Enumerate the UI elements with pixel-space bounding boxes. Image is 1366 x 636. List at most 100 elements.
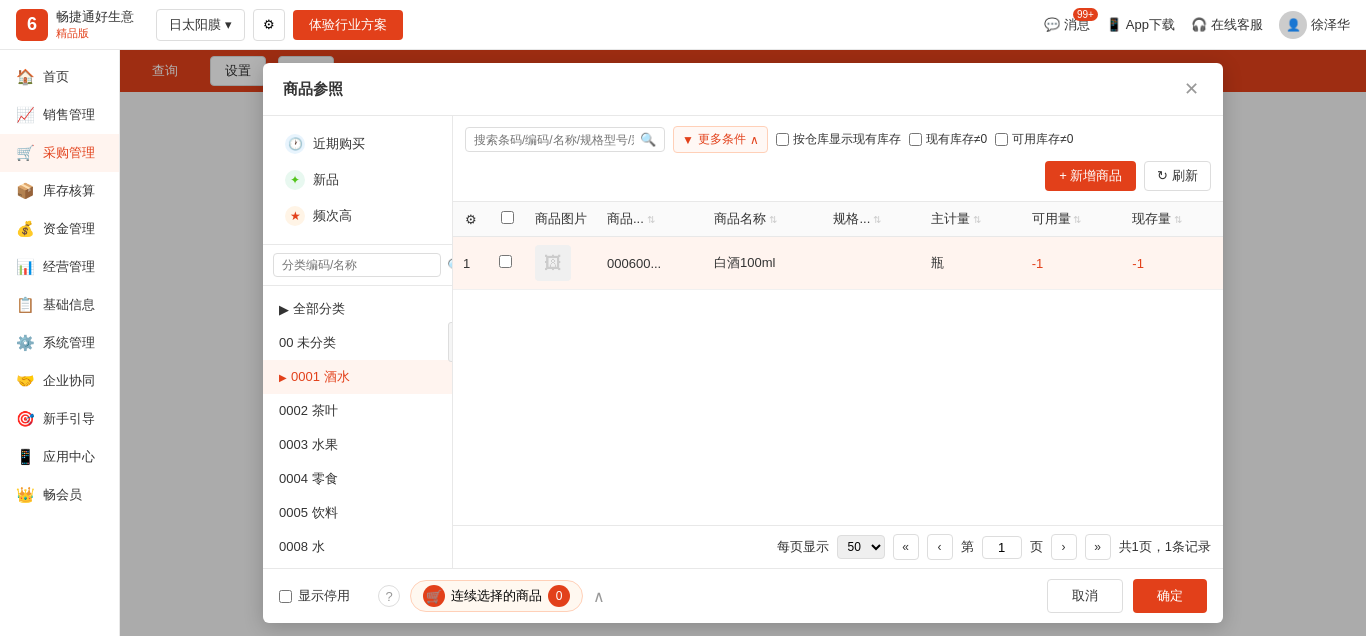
- row-index: 1: [453, 237, 489, 290]
- per-page-select[interactable]: 50: [837, 535, 885, 559]
- th-stock[interactable]: 现存量: [1122, 202, 1223, 237]
- available-stock-checkbox-label[interactable]: 可用库存≠0: [995, 131, 1073, 148]
- product-search-input[interactable]: [474, 133, 634, 147]
- th-code[interactable]: 商品...: [597, 202, 704, 237]
- sidebar-item-operations[interactable]: 📊 经营管理: [0, 248, 119, 286]
- row-select-checkbox[interactable]: [499, 255, 512, 268]
- sidebar-item-enterprise[interactable]: 🤝 企业协同: [0, 362, 119, 400]
- warehouse-stock-checkbox-label[interactable]: 按仓库显示现有库存: [776, 131, 901, 148]
- sidebar-item-apps[interactable]: 📱 应用中心: [0, 438, 119, 476]
- product-table: ⚙ 商品图片 商品... 商品名称 规格... 主计量: [453, 202, 1223, 290]
- available-stock-checkbox[interactable]: [995, 133, 1008, 146]
- logo-icon: 6: [16, 9, 48, 41]
- display-stopped-label[interactable]: 显示停用: [279, 587, 350, 605]
- cat-item-all[interactable]: ▶ 全部分类: [263, 292, 452, 326]
- main-area: 查询 设置 刷新 商品参照 ✕ 🕐: [120, 50, 1366, 636]
- row-checkbox[interactable]: [489, 237, 525, 290]
- purchase-icon: 🛒: [16, 144, 35, 162]
- page-number-input[interactable]: [982, 536, 1022, 559]
- cat-item-beverage[interactable]: 0005 饮料: [263, 496, 452, 530]
- nav-dropdown[interactable]: 日太阳膜 ▾: [156, 9, 245, 41]
- product-reference-modal: 商品参照 ✕ 🕐 近期购买 ✦ 新品: [263, 63, 1223, 623]
- sidebar-item-home[interactable]: 🏠 首页: [0, 58, 119, 96]
- sidebar-item-finance[interactable]: 💰 资金管理: [0, 210, 119, 248]
- panel-collapse-button[interactable]: 《: [448, 322, 453, 362]
- sidebar-item-member[interactable]: 👑 畅会员: [0, 476, 119, 514]
- settings-icon[interactable]: ⚙: [253, 9, 285, 41]
- header-nav: 日太阳膜 ▾ ⚙ 体验行业方案: [156, 9, 1044, 41]
- category-search-input[interactable]: [273, 253, 441, 277]
- filter-more-btn[interactable]: ▼ 更多条件 ∧: [673, 126, 768, 153]
- select-all-checkbox[interactable]: [501, 211, 514, 224]
- trial-btn[interactable]: 体验行业方案: [293, 10, 403, 40]
- product-image-placeholder: 🖼: [535, 245, 571, 281]
- current-stock-checkbox[interactable]: [909, 133, 922, 146]
- cat-item-tea[interactable]: 0002 茶叶: [263, 394, 452, 428]
- toolbar-right: + 新增商品 ↻ 刷新: [1045, 161, 1211, 191]
- quick-recent[interactable]: 🕐 近期购买: [273, 126, 442, 162]
- category-search-icon[interactable]: 🔍: [447, 258, 453, 273]
- quick-access-section: 🕐 近期购买 ✦ 新品 ★ 频次高: [263, 116, 452, 245]
- collapse-arrow-icon[interactable]: ∧: [593, 587, 605, 606]
- sidebar-item-inventory[interactable]: 📦 库存核算: [0, 172, 119, 210]
- cart-count: 0: [548, 585, 570, 607]
- cancel-btn[interactable]: 取消: [1047, 579, 1123, 613]
- table-header-row: ⚙ 商品图片 商品... 商品名称 规格... 主计量: [453, 202, 1223, 237]
- warehouse-stock-checkbox[interactable]: [776, 133, 789, 146]
- cat-item-appliance[interactable]: 0010 家电: [263, 564, 452, 568]
- confirm-btn[interactable]: 确定: [1133, 579, 1207, 613]
- sidebar-item-sales[interactable]: 📈 销售管理: [0, 96, 119, 134]
- chevron-down-icon: ▾: [225, 17, 232, 32]
- apps-icon: 📱: [16, 448, 35, 466]
- last-page-btn[interactable]: »: [1085, 534, 1111, 560]
- quick-new[interactable]: ✦ 新品: [273, 162, 442, 198]
- quick-frequent[interactable]: ★ 频次高: [273, 198, 442, 234]
- enterprise-icon: 🤝: [16, 372, 35, 390]
- cat-item-uncategorized[interactable]: 00 未分类: [263, 326, 452, 360]
- inventory-icon: 📦: [16, 182, 35, 200]
- sidebar: 🏠 首页 📈 销售管理 🛒 采购管理 📦 库存核算 💰 资金管理 📊 经营管理 …: [0, 50, 120, 636]
- modal-close-button[interactable]: ✕: [1179, 77, 1203, 101]
- user-item[interactable]: 👤 徐泽华: [1279, 11, 1350, 39]
- right-panel: 🔍 ▼ 更多条件 ∧ 按仓库显示现有库存: [453, 116, 1223, 568]
- th-unit[interactable]: 主计量: [921, 202, 1022, 237]
- sidebar-item-system[interactable]: ⚙️ 系统管理: [0, 324, 119, 362]
- th-spec[interactable]: 规格...: [823, 202, 921, 237]
- cat-item-water[interactable]: 0008 水: [263, 530, 452, 564]
- sidebar-item-basics[interactable]: 📋 基础信息: [0, 286, 119, 324]
- next-page-btn[interactable]: ›: [1051, 534, 1077, 560]
- table-row[interactable]: 1 🖼 000600... 白酒100ml: [453, 237, 1223, 290]
- category-search-row: 🔍: [263, 245, 452, 286]
- guide-icon: 🎯: [16, 410, 35, 428]
- current-stock-checkbox-label[interactable]: 现有库存≠0: [909, 131, 987, 148]
- prev-page-btn[interactable]: ‹: [927, 534, 953, 560]
- cat-expand-icon: ▶: [279, 302, 289, 317]
- cat-item-snack[interactable]: 0004 零食: [263, 462, 452, 496]
- th-name[interactable]: 商品名称: [704, 202, 823, 237]
- refresh-btn[interactable]: ↻ 刷新: [1144, 161, 1211, 191]
- display-stopped-checkbox[interactable]: [279, 590, 292, 603]
- app-download-item[interactable]: 📱 App下载: [1106, 16, 1175, 34]
- search-icon[interactable]: 🔍: [640, 132, 656, 147]
- sidebar-item-guide[interactable]: 🎯 新手引导: [0, 400, 119, 438]
- cat-item-liquor[interactable]: ▶ 0001 酒水: [263, 360, 452, 394]
- headset-icon: 🎧: [1191, 17, 1207, 32]
- sales-icon: 📈: [16, 106, 35, 124]
- row-stock: -1: [1122, 237, 1223, 290]
- th-available[interactable]: 可用量: [1022, 202, 1123, 237]
- message-item[interactable]: 💬 消息 99+: [1044, 16, 1090, 34]
- frequent-icon: ★: [285, 206, 305, 226]
- add-product-btn[interactable]: + 新增商品: [1045, 161, 1136, 191]
- left-panel: 🕐 近期购买 ✦ 新品 ★ 频次高: [263, 116, 453, 568]
- message-icon: 💬: [1044, 17, 1060, 32]
- row-name: 白酒100ml: [704, 237, 823, 290]
- online-service-item[interactable]: 🎧 在线客服: [1191, 16, 1263, 34]
- cat-item-fruit[interactable]: 0003 水果: [263, 428, 452, 462]
- cart-badge[interactable]: 🛒 连续选择的商品 0: [410, 580, 583, 612]
- help-icon[interactable]: ?: [378, 585, 400, 607]
- th-settings[interactable]: ⚙: [453, 202, 489, 237]
- first-page-btn[interactable]: «: [893, 534, 919, 560]
- th-checkbox[interactable]: [489, 202, 525, 237]
- home-icon: 🏠: [16, 68, 35, 86]
- sidebar-item-purchase[interactable]: 🛒 采购管理: [0, 134, 119, 172]
